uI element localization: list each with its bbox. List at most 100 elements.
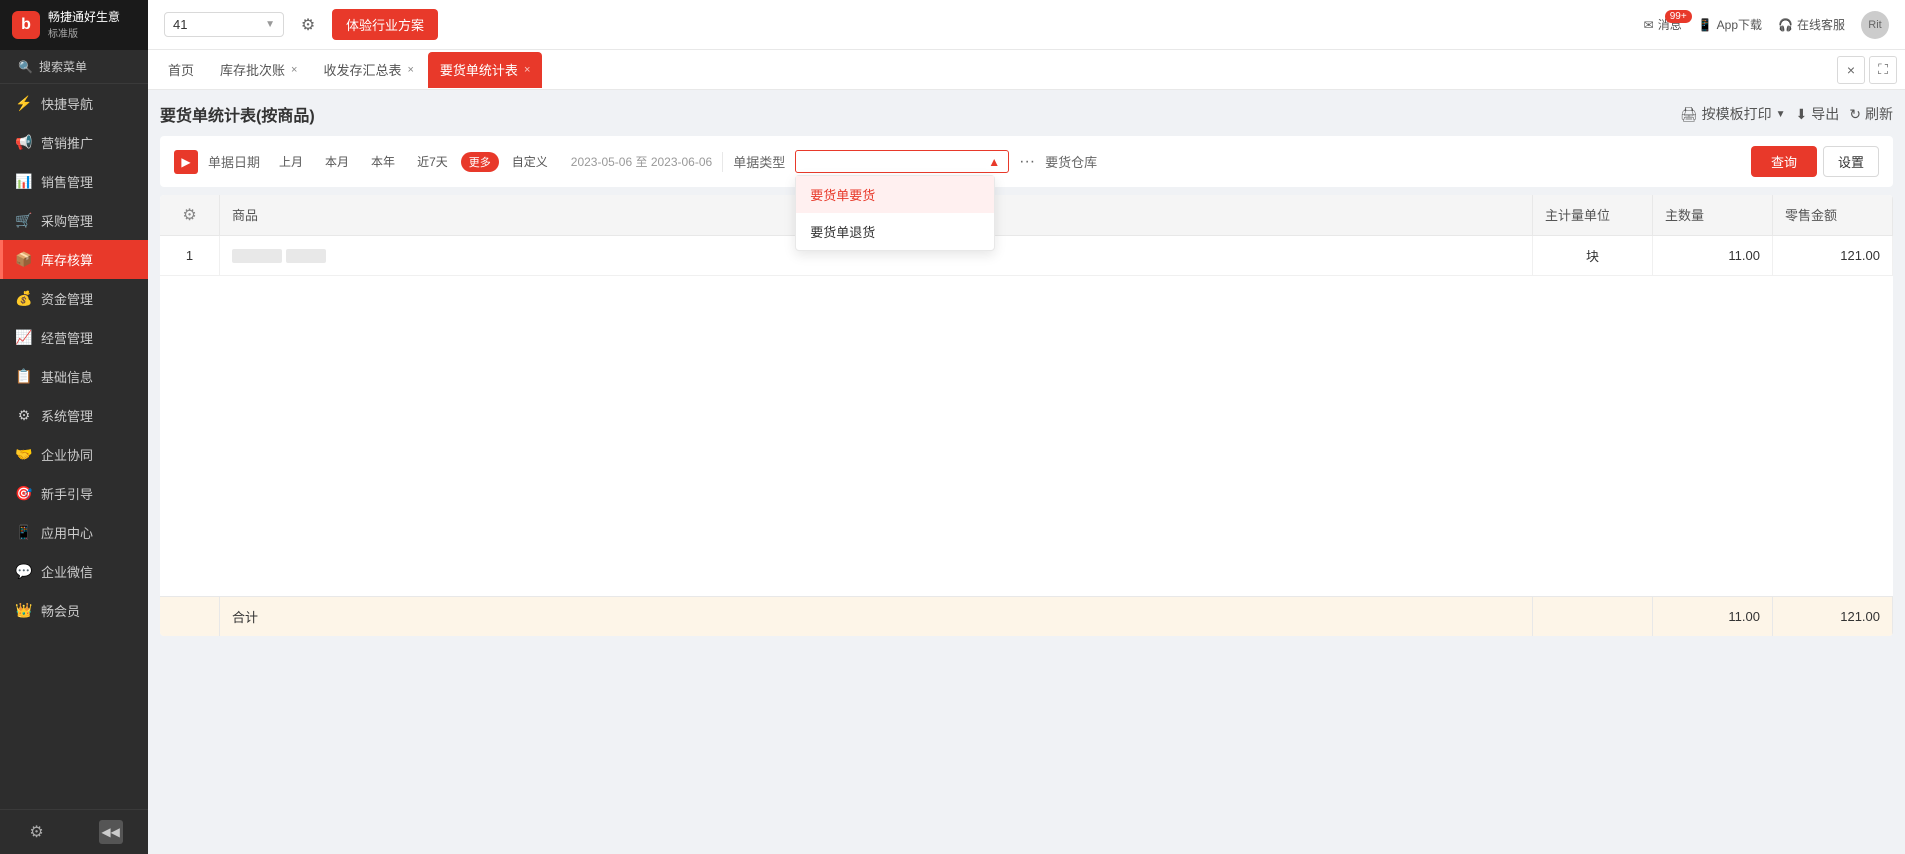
headset-icon: 🎧 — [1778, 18, 1793, 32]
dropdown-item-order-return[interactable]: 要货单退货 — [796, 213, 994, 250]
date-custom[interactable]: 自定义 — [503, 150, 557, 173]
wechat-icon: 💬 — [15, 563, 33, 581]
page-title: 要货单统计表(按商品) — [160, 102, 315, 126]
filter-bar: ▶ 单据日期 上月 本月 本年 近7天 更多 自定义 2023-05-06 至 … — [160, 136, 1893, 187]
sidebar-item-sales[interactable]: 📊 销售管理 — [0, 162, 148, 201]
refresh-label: 刷新 — [1865, 104, 1893, 124]
collapse-icon: ◀◀ — [101, 825, 119, 839]
sidebar-item-label: 快捷导航 — [41, 94, 93, 113]
settings-filter-btn[interactable]: 设置 — [1823, 146, 1879, 177]
sidebar-item-basic-info[interactable]: 📋 基础信息 — [0, 357, 148, 396]
sidebar-item-appstore[interactable]: 📱 应用中心 — [0, 513, 148, 552]
tab-batch-account-close[interactable]: × — [291, 64, 297, 76]
topbar-company-selector[interactable]: 41 ▼ — [164, 12, 284, 37]
sidebar-item-operations[interactable]: 📈 经营管理 — [0, 318, 148, 357]
tab-close-all-btn[interactable]: × — [1837, 56, 1865, 84]
search-icon: 🔍 — [18, 60, 33, 74]
refresh-btn[interactable]: ↻ 刷新 — [1849, 104, 1893, 124]
industry-btn[interactable]: 体验行业方案 — [332, 9, 438, 40]
filter-expand-btn[interactable]: ▶ — [174, 150, 198, 174]
chevron-down-icon: ▼ — [1776, 109, 1786, 120]
dropdown-item-order-goods[interactable]: 要货单要货 — [796, 176, 994, 213]
type-filter-label: 单据类型 — [733, 152, 785, 171]
sidebar-item-finance[interactable]: 💰 资金管理 — [0, 279, 148, 318]
date-range-display: 2023-05-06 至 2023-06-06 — [571, 153, 712, 170]
tabs-bar: 首页 库存批次账 × 收发存汇总表 × 要货单统计表 × × ⛶ — [148, 50, 1905, 90]
date-this-month[interactable]: 本月 — [316, 150, 358, 173]
basic-info-icon: 📋 — [15, 368, 33, 386]
empty-area — [160, 276, 1893, 596]
sidebar-search[interactable]: 🔍 搜索菜单 — [0, 50, 148, 84]
sidebar-item-inventory[interactable]: 📦 库存核算 — [0, 240, 148, 279]
col-settings[interactable]: ⚙ — [160, 195, 220, 235]
service-label: 在线客服 — [1797, 16, 1845, 33]
type-dropdown-menu: 要货单要货 要货单退货 — [795, 175, 995, 251]
page-actions: 🖨 按模板打印 ▼ ⬇ 导出 ↻ 刷新 — [1680, 104, 1893, 124]
sidebar-item-marketing[interactable]: 📢 营销推广 — [0, 123, 148, 162]
sidebar-item-label: 销售管理 — [41, 172, 93, 191]
filter-more-btn[interactable]: ··· — [1019, 153, 1035, 171]
sidebar-item-wechat[interactable]: 💬 企业微信 — [0, 552, 148, 591]
sidebar-item-label: 应用中心 — [41, 523, 93, 542]
tab-order-stats[interactable]: 要货单统计表 × — [428, 52, 542, 88]
table-container: ⚙ 商品 主计量单位 主数量 零售金额 1 块 11.00 121.00 — [160, 195, 1893, 636]
user-avatar[interactable]: Rit — [1861, 11, 1889, 39]
app-download-label: App下载 — [1717, 16, 1762, 33]
appstore-icon: 📱 — [15, 524, 33, 542]
sidebar-item-enterprise[interactable]: 🤝 企业协同 — [0, 435, 148, 474]
topbar-settings-btn[interactable]: ⚙ — [294, 11, 322, 39]
purchase-icon: 🛒 — [15, 212, 33, 230]
date-filter-label: 单据日期 — [208, 152, 260, 171]
sidebar-item-label: 企业协同 — [41, 445, 93, 464]
cell-no: 1 — [160, 236, 220, 275]
sidebar-settings-btn[interactable]: ⚙ — [25, 818, 47, 846]
tab-expand-btn[interactable]: ⛶ — [1869, 56, 1897, 84]
finance-icon: 💰 — [15, 290, 33, 308]
tab-order-stats-close[interactable]: × — [524, 64, 530, 76]
member-icon: 👑 — [15, 602, 33, 620]
sidebar-item-label: 新手引导 — [41, 484, 93, 503]
sidebar-item-label: 营销推广 — [41, 133, 93, 152]
sidebar-item-label: 库存核算 — [41, 250, 93, 269]
tab-receipt-summary[interactable]: 收发存汇总表 × — [311, 52, 425, 88]
print-btn[interactable]: 🖨 按模板打印 ▼ — [1680, 104, 1786, 124]
tab-receipt-summary-close[interactable]: × — [407, 64, 413, 76]
inventory-icon: 📦 — [15, 251, 33, 269]
cell-amount: 121.00 — [1773, 236, 1893, 275]
type-select-arrow: ▲ — [988, 155, 1000, 169]
date-last-month[interactable]: 上月 — [270, 150, 312, 173]
tab-batch-account[interactable]: 库存批次账 × — [208, 52, 309, 88]
tabs-right: × ⛶ — [1837, 56, 1897, 84]
app-name: 畅捷通好生意 — [48, 10, 120, 26]
sidebar-collapse-btn[interactable]: ◀◀ — [99, 820, 123, 844]
date-this-year[interactable]: 本年 — [362, 150, 404, 173]
messages-badge: 99+ — [1665, 10, 1692, 23]
service-btn[interactable]: 🎧 在线客服 — [1778, 16, 1845, 33]
logo-icon: b — [12, 11, 40, 39]
export-btn[interactable]: ⬇ 导出 — [1796, 104, 1840, 124]
type-input[interactable] — [804, 154, 984, 169]
footer-qty: 11.00 — [1653, 597, 1773, 636]
sidebar-item-guide[interactable]: 🎯 新手引导 — [0, 474, 148, 513]
sidebar-item-purchase[interactable]: 🛒 采购管理 — [0, 201, 148, 240]
sidebar-item-quick-nav[interactable]: ⚡ 快捷导航 — [0, 84, 148, 123]
sidebar-item-member[interactable]: 👑 畅会员 — [0, 591, 148, 630]
type-select[interactable]: ▲ — [795, 150, 1009, 173]
messages-btn[interactable]: ✉ 消息 99+ — [1644, 16, 1682, 33]
query-btn[interactable]: 查询 — [1751, 146, 1817, 177]
footer-label: 合计 — [220, 597, 1533, 636]
date-last7days[interactable]: 近7天 — [408, 150, 457, 173]
app-download-btn[interactable]: 📱 App下载 — [1698, 16, 1762, 33]
tab-home[interactable]: 首页 — [156, 52, 206, 88]
product-name-2 — [286, 249, 326, 263]
product-display — [232, 249, 326, 263]
footer-amount: 121.00 — [1773, 597, 1893, 636]
export-label: 导出 — [1811, 104, 1839, 124]
table-row: 1 块 11.00 121.00 — [160, 236, 1893, 276]
cell-unit: 块 — [1533, 236, 1653, 275]
enterprise-icon: 🤝 — [15, 446, 33, 464]
sidebar-item-system[interactable]: ⚙ 系统管理 — [0, 396, 148, 435]
date-more[interactable]: 更多 — [461, 152, 499, 172]
col-qty: 主数量 — [1653, 195, 1773, 235]
topbar-right: ✉ 消息 99+ 📱 App下载 🎧 在线客服 Rit — [1644, 11, 1889, 39]
